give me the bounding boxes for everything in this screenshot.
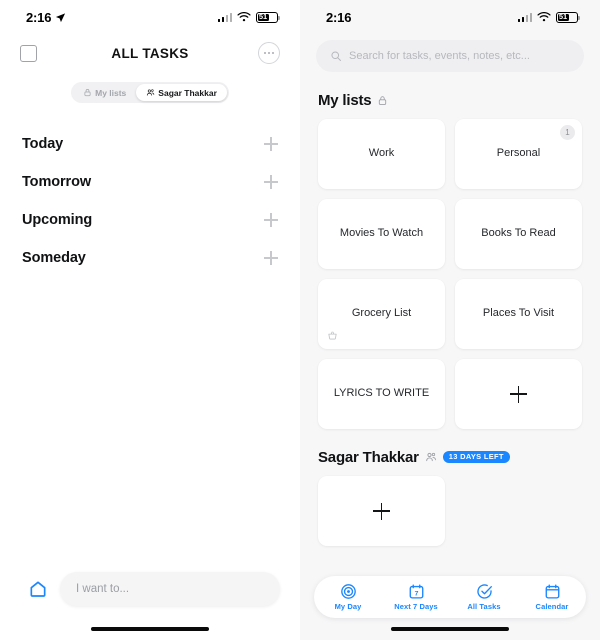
shared-lists-grid: [300, 476, 600, 546]
location-arrow-icon: [56, 12, 66, 22]
plus-icon[interactable]: [264, 251, 278, 265]
left-header: ALL TASKS: [0, 34, 300, 72]
segment-sagar-thakkar[interactable]: Sagar Thakkar: [136, 84, 227, 101]
task-group-someday[interactable]: Someday: [0, 239, 300, 277]
list-card-label: Work: [368, 147, 395, 160]
people-icon: [426, 452, 436, 462]
cellular-signal-icon: [517, 12, 532, 22]
home-indicator: [0, 618, 300, 640]
list-card-label: Grocery List: [351, 307, 412, 320]
segmented-control-track: My lists Sagar Thakkar: [71, 82, 229, 103]
list-card-lyrics-to-write[interactable]: LYRICS TO WRITE: [318, 359, 445, 429]
plus-icon[interactable]: [264, 213, 278, 227]
list-card-work[interactable]: Work: [318, 119, 445, 189]
tab-all-tasks-label: All Tasks: [467, 602, 501, 611]
lock-icon: [379, 95, 387, 105]
left-bottom-bar: I want to...: [0, 560, 300, 618]
task-group-label: Tomorrow: [22, 174, 92, 190]
list-card-label: Movies To Watch: [339, 227, 424, 240]
people-icon: [147, 89, 155, 96]
list-card-grocery-list[interactable]: Grocery List: [318, 279, 445, 349]
check-circle-icon: [476, 584, 492, 599]
right-status-icons: 51: [517, 11, 580, 23]
page-title: ALL TASKS: [111, 45, 189, 61]
list-card-label: Places To Visit: [482, 307, 555, 320]
left-status-icons: 51: [217, 11, 280, 23]
quick-add-placeholder: I want to...: [76, 583, 130, 595]
target-icon: [340, 584, 356, 599]
segment-sagar-thakkar-label: Sagar Thakkar: [158, 87, 217, 98]
svg-text:7: 7: [414, 590, 418, 597]
task-group-tomorrow[interactable]: Tomorrow: [0, 163, 300, 201]
task-groups-list: Today Tomorrow Upcoming Someday: [0, 125, 300, 277]
tab-calendar-label: Calendar: [535, 602, 569, 611]
dual-phone-screenshot: 2:16 51 ALL TASKS My lists Sagar Thakkar…: [0, 0, 600, 640]
list-card-count-badge: 1: [560, 125, 575, 140]
add-list-card[interactable]: [455, 359, 582, 429]
task-group-today[interactable]: Today: [0, 125, 300, 163]
plus-icon: [510, 385, 527, 403]
task-group-label: Today: [22, 136, 64, 152]
list-card-label: LYRICS TO WRITE: [333, 387, 430, 400]
task-group-label: Upcoming: [22, 212, 93, 228]
shared-section-header: Sagar Thakkar 13 DAYS LEFT: [300, 447, 600, 467]
left-status-bar: 2:16 51: [0, 0, 300, 34]
search-icon: [331, 51, 341, 61]
wifi-icon: [537, 11, 551, 21]
right-phone-panel: 2:16 51 Search for tasks, events, notes,…: [300, 0, 600, 640]
tab-next-7-days-label: Next 7 Days: [394, 602, 438, 611]
quick-add-input[interactable]: I want to...: [60, 572, 280, 606]
plus-icon[interactable]: [264, 137, 278, 151]
battery-icon: 51: [256, 11, 280, 23]
battery-level-text: 51: [258, 12, 268, 22]
search-input[interactable]: Search for tasks, events, notes, etc...: [316, 40, 584, 72]
tab-calendar[interactable]: Calendar: [521, 583, 583, 611]
tab-my-day[interactable]: My Day: [317, 583, 379, 611]
wifi-icon: [237, 11, 251, 21]
tab-bar-container: My Day 7 Next 7 Days All Tasks Calendar: [300, 576, 600, 618]
tab-bar: My Day 7 Next 7 Days All Tasks Calendar: [314, 576, 586, 618]
list-card-label: Books To Read: [481, 227, 556, 240]
search-placeholder: Search for tasks, events, notes, etc...: [349, 50, 530, 62]
task-group-label: Someday: [22, 250, 86, 266]
tab-all-tasks[interactable]: All Tasks: [453, 583, 515, 611]
tab-my-day-label: My Day: [334, 602, 362, 611]
left-status-time: 2:16: [26, 9, 52, 25]
tab-next-7-days[interactable]: 7 Next 7 Days: [385, 583, 447, 611]
add-shared-list-card[interactable]: [318, 476, 445, 546]
shared-section-title: Sagar Thakkar: [318, 448, 419, 466]
list-card-label: Personal: [496, 147, 541, 160]
lock-icon: [84, 89, 91, 97]
battery-level-text: 51: [558, 12, 568, 22]
task-group-upcoming[interactable]: Upcoming: [0, 201, 300, 239]
status-badge: 13 DAYS LEFT: [442, 450, 510, 464]
segment-my-lists[interactable]: My lists: [73, 84, 136, 101]
my-lists-grid: Work Personal 1 Movies To Watch Books To…: [300, 119, 600, 429]
battery-icon: 51: [556, 11, 580, 23]
home-indicator: [300, 618, 600, 640]
right-status-bar: 2:16 51: [300, 0, 600, 34]
home-icon[interactable]: [28, 579, 48, 599]
right-status-time: 2:16: [326, 9, 352, 25]
plus-icon[interactable]: [264, 175, 278, 189]
segmented-control: My lists Sagar Thakkar: [0, 82, 300, 103]
calendar-icon: [545, 584, 559, 599]
left-phone-panel: 2:16 51 ALL TASKS My lists Sagar Thakkar…: [0, 0, 300, 640]
list-card-places-to-visit[interactable]: Places To Visit: [455, 279, 582, 349]
segment-my-lists-label: My lists: [95, 87, 127, 98]
left-status-time-group: 2:16: [26, 10, 66, 25]
list-card-books-to-read[interactable]: Books To Read: [455, 199, 582, 269]
list-card-personal[interactable]: Personal 1: [455, 119, 582, 189]
my-lists-title: My lists: [318, 91, 372, 109]
calendar-7-icon: 7: [409, 584, 423, 599]
list-card-movies-to-watch[interactable]: Movies To Watch: [318, 199, 445, 269]
my-lists-section-header: My lists: [300, 90, 600, 110]
cellular-signal-icon: [217, 12, 232, 22]
basket-icon: [328, 331, 337, 340]
plus-icon: [373, 502, 390, 520]
